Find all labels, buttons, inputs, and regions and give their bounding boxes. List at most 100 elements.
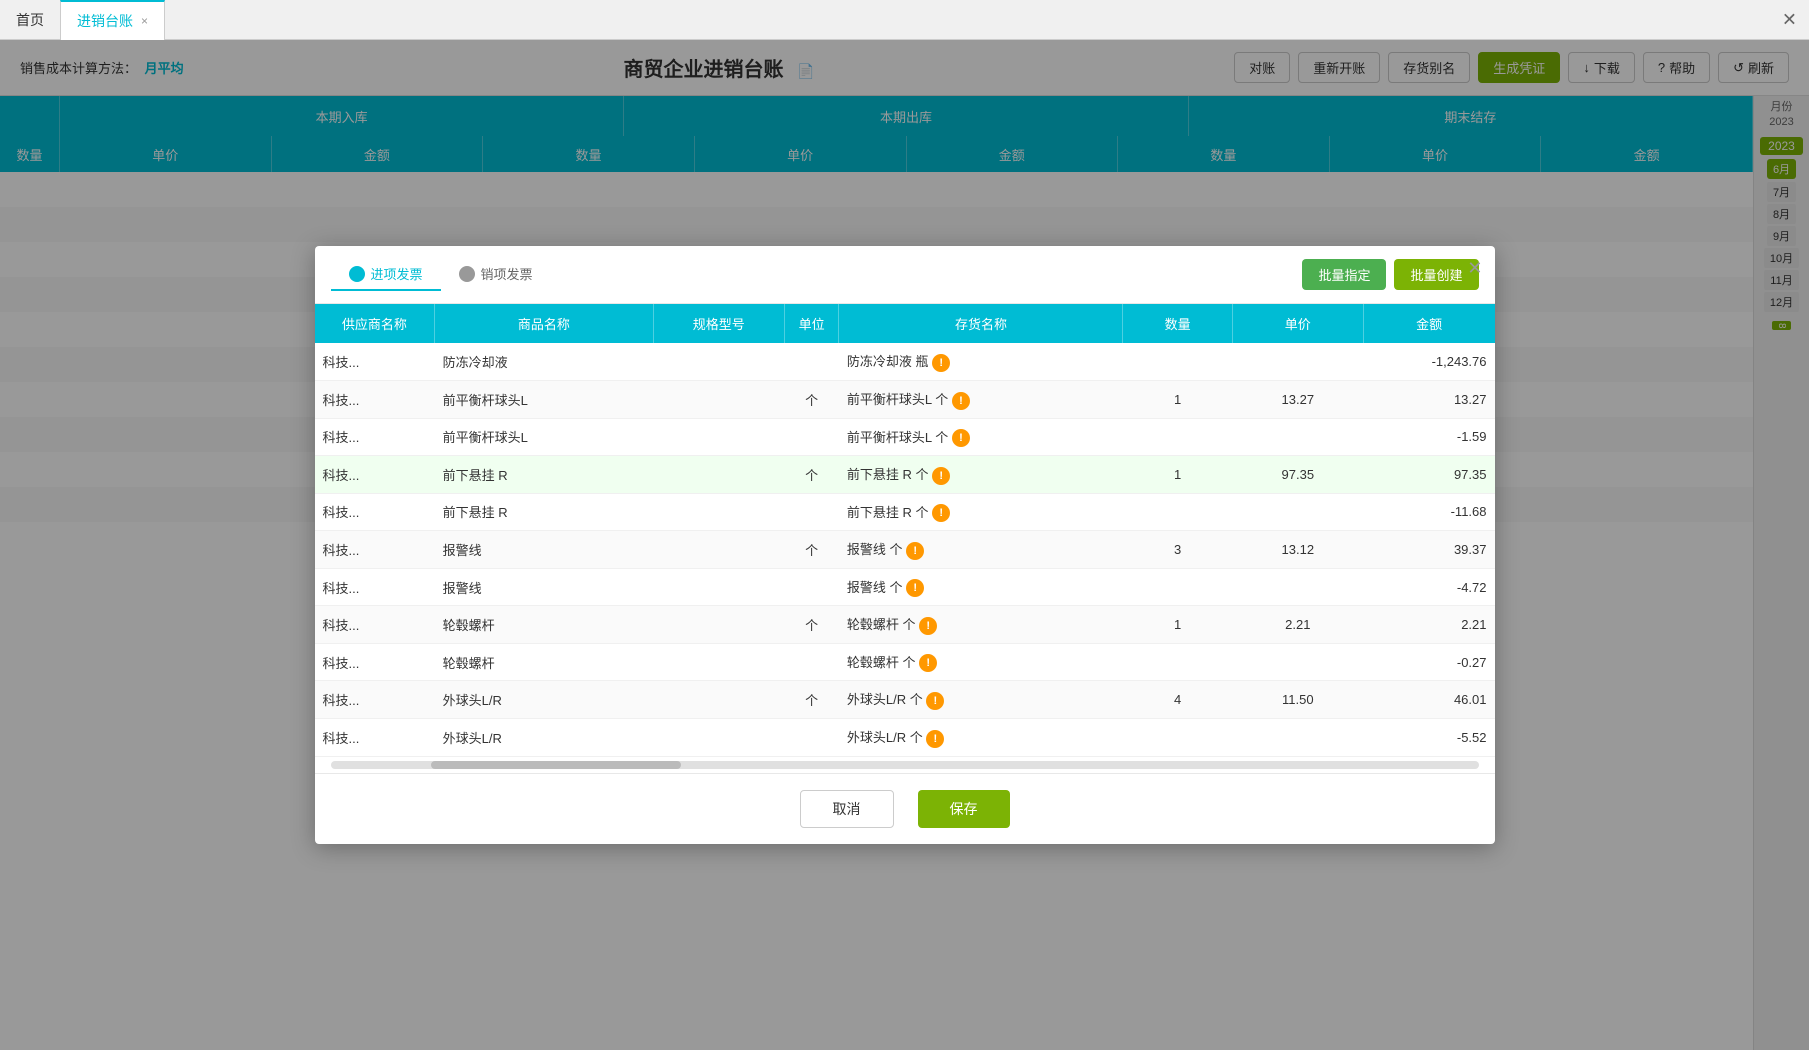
cell-price: 2.21 <box>1232 606 1363 644</box>
warning-icon: ! <box>952 429 970 447</box>
cell-product: 前下悬挂 R <box>435 493 654 531</box>
cell-qty <box>1123 568 1232 606</box>
modal-dialog: 进项发票 销项发票 批量指定 批量创建 ✕ <box>315 246 1495 843</box>
cell-supplier: 科技... <box>315 380 435 418</box>
tabs-bar: 首页 进销台账 × ✕ <box>0 0 1809 40</box>
table-row[interactable]: 科技... 轮毂螺杆 轮毂螺杆 个 ! -0.27 <box>315 643 1495 681</box>
cell-unit: 个 <box>784 531 839 569</box>
cell-amount: 39.37 <box>1363 531 1494 569</box>
cell-unit <box>784 493 839 531</box>
cell-qty <box>1123 418 1232 456</box>
table-horizontal-scrollbar[interactable] <box>331 761 1479 769</box>
cell-spec <box>653 493 784 531</box>
cell-product: 前平衡杆球头L <box>435 418 654 456</box>
window-close-button[interactable]: ✕ <box>1782 9 1797 30</box>
cell-spec <box>653 418 784 456</box>
cell-stock: 报警线 个 ! <box>839 531 1123 569</box>
modal-overlay: 进项发票 销项发票 批量指定 批量创建 ✕ <box>0 40 1809 1050</box>
cell-qty: 3 <box>1123 531 1232 569</box>
col-price: 单价 <box>1232 304 1363 343</box>
table-row[interactable]: 科技... 防冻冷却液 防冻冷却液 瓶 ! -1,243.76 <box>315 343 1495 380</box>
scrollbar-thumb[interactable] <box>431 761 681 769</box>
cell-amount: 2.21 <box>1363 606 1494 644</box>
batch-create-button[interactable]: 批量创建 <box>1394 259 1478 290</box>
cell-supplier: 科技... <box>315 568 435 606</box>
cell-qty: 1 <box>1123 380 1232 418</box>
table-row[interactable]: 科技... 前下悬挂 R 前下悬挂 R 个 ! -11.68 <box>315 493 1495 531</box>
warning-icon: ! <box>926 692 944 710</box>
table-row[interactable]: 科技... 前下悬挂 R 个 前下悬挂 R 个 ! 1 97.35 97.35 <box>315 456 1495 494</box>
table-row[interactable]: 科技... 轮毂螺杆 个 轮毂螺杆 个 ! 1 2.21 2.21 <box>315 606 1495 644</box>
invoice-table: 供应商名称 商品名称 规格型号 单位 存货名称 数量 单价 金额 科技... 防… <box>315 304 1495 756</box>
tab-close-ledger[interactable]: × <box>141 14 148 28</box>
invoice-table-body: 科技... 防冻冷却液 防冻冷却液 瓶 ! -1,243.76 科技... 前平… <box>315 343 1495 756</box>
cell-spec <box>653 719 784 757</box>
cell-product: 轮毂螺杆 <box>435 606 654 644</box>
tab-sales-invoice[interactable]: 销项发票 <box>441 258 551 291</box>
table-row[interactable]: 科技... 外球头L/R 个 外球头L/R 个 ! 4 11.50 46.01 <box>315 681 1495 719</box>
cell-price <box>1232 493 1363 531</box>
warning-icon: ! <box>919 617 937 635</box>
tab-home[interactable]: 首页 <box>0 0 60 40</box>
cell-stock: 外球头L/R 个 ! <box>839 719 1123 757</box>
warning-icon: ! <box>932 504 950 522</box>
cell-product: 报警线 <box>435 531 654 569</box>
warning-icon: ! <box>919 654 937 672</box>
cell-supplier: 科技... <box>315 719 435 757</box>
cell-supplier: 科技... <box>315 681 435 719</box>
modal-header-actions: 批量指定 批量创建 <box>1302 259 1478 290</box>
cell-spec <box>653 568 784 606</box>
cell-stock: 前平衡杆球头L 个 ! <box>839 418 1123 456</box>
cell-supplier: 科技... <box>315 418 435 456</box>
col-stock: 存货名称 <box>839 304 1123 343</box>
cancel-button[interactable]: 取消 <box>800 790 894 828</box>
cell-stock: 轮毂螺杆 个 ! <box>839 606 1123 644</box>
table-row[interactable]: 科技... 报警线 报警线 个 ! -4.72 <box>315 568 1495 606</box>
modal-table-wrap: 供应商名称 商品名称 规格型号 单位 存货名称 数量 单价 金额 科技... 防… <box>315 304 1495 756</box>
cell-spec <box>653 606 784 644</box>
cell-amount: -0.27 <box>1363 643 1494 681</box>
cell-qty <box>1123 343 1232 380</box>
cell-supplier: 科技... <box>315 343 435 380</box>
cell-amount: -1,243.76 <box>1363 343 1494 380</box>
table-row[interactable]: 科技... 外球头L/R 外球头L/R 个 ! -5.52 <box>315 719 1495 757</box>
batch-assign-button[interactable]: 批量指定 <box>1302 259 1386 290</box>
cell-stock: 报警线 个 ! <box>839 568 1123 606</box>
cell-stock: 前平衡杆球头L 个 ! <box>839 380 1123 418</box>
cell-unit: 个 <box>784 380 839 418</box>
cell-supplier: 科技... <box>315 493 435 531</box>
cell-qty <box>1123 719 1232 757</box>
cell-stock: 外球头L/R 个 ! <box>839 681 1123 719</box>
warning-icon: ! <box>906 542 924 560</box>
save-button[interactable]: 保存 <box>918 790 1010 828</box>
table-header-row: 供应商名称 商品名称 规格型号 单位 存货名称 数量 单价 金额 <box>315 304 1495 343</box>
cell-unit <box>784 343 839 380</box>
warning-icon: ! <box>932 354 950 372</box>
tab-purchase-invoice[interactable]: 进项发票 <box>331 258 441 291</box>
cell-qty: 1 <box>1123 606 1232 644</box>
table-row[interactable]: 科技... 报警线 个 报警线 个 ! 3 13.12 39.37 <box>315 531 1495 569</box>
modal-footer: 取消 保存 <box>315 773 1495 844</box>
col-unit: 单位 <box>784 304 839 343</box>
table-row[interactable]: 科技... 前平衡杆球头L 个 前平衡杆球头L 个 ! 1 13.27 13.2… <box>315 380 1495 418</box>
cell-spec <box>653 456 784 494</box>
modal-close-button[interactable]: ✕ <box>1467 258 1482 279</box>
cell-supplier: 科技... <box>315 643 435 681</box>
cell-price <box>1232 343 1363 380</box>
cell-product: 报警线 <box>435 568 654 606</box>
cell-price <box>1232 719 1363 757</box>
cell-amount: 46.01 <box>1363 681 1494 719</box>
cell-supplier: 科技... <box>315 456 435 494</box>
table-row[interactable]: 科技... 前平衡杆球头L 前平衡杆球头L 个 ! -1.59 <box>315 418 1495 456</box>
cell-supplier: 科技... <box>315 606 435 644</box>
cell-supplier: 科技... <box>315 531 435 569</box>
purchase-tab-icon <box>349 266 365 282</box>
cell-spec <box>653 531 784 569</box>
cell-product: 前下悬挂 R <box>435 456 654 494</box>
cell-price: 13.27 <box>1232 380 1363 418</box>
cell-spec <box>653 643 784 681</box>
cell-price: 97.35 <box>1232 456 1363 494</box>
cell-unit: 个 <box>784 606 839 644</box>
cell-amount: -4.72 <box>1363 568 1494 606</box>
tab-ledger[interactable]: 进销台账 × <box>60 0 165 40</box>
